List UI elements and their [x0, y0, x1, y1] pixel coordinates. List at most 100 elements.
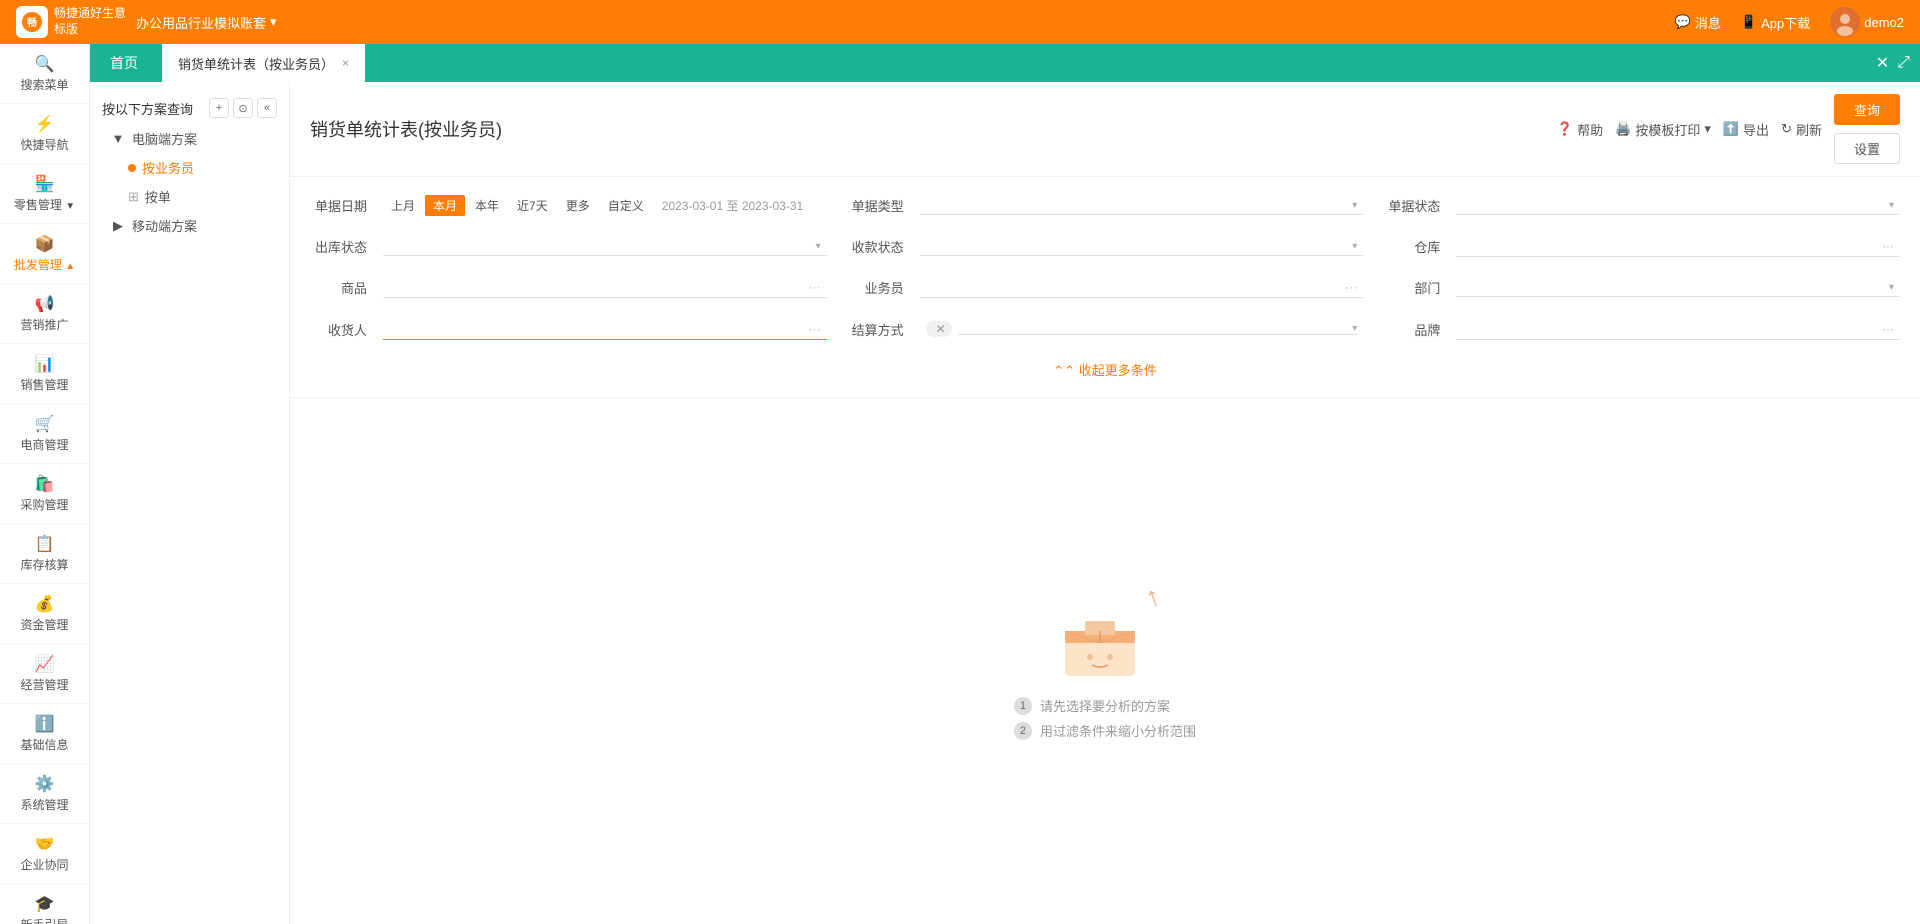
- refresh-icon: ↻: [1781, 121, 1792, 137]
- sidebar-item-inventory[interactable]: 📋 库存核算: [0, 524, 89, 584]
- app-selector[interactable]: 办公用品行业模拟账套 ▾: [136, 13, 277, 32]
- sidebar-item-system[interactable]: ⚙️ 系统管理: [0, 764, 89, 824]
- sidebar-item-corp-collab[interactable]: 🤝 企业协同: [0, 824, 89, 884]
- chevron-right-icon: ▶: [110, 218, 126, 234]
- date-tab-this-month[interactable]: 本月: [425, 195, 465, 216]
- sidebar-item-wholesale[interactable]: 📦 批发管理 ▲: [0, 224, 89, 284]
- collapse-label: 收起更多条件: [1079, 363, 1157, 378]
- collection-status-label: 收款状态: [847, 237, 912, 256]
- tab-close-btn[interactable]: ×: [342, 56, 349, 70]
- tab-report[interactable]: 销货单统计表（按业务员） ×: [162, 44, 365, 82]
- filter-cell-out-status: 出库状态 ▾: [310, 230, 827, 263]
- sidebar-item-quick-nav[interactable]: ⚡ 快捷导航: [0, 104, 89, 164]
- settlement-select[interactable]: ▾: [958, 323, 1358, 335]
- print-icon: 🖨️: [1615, 121, 1631, 137]
- empty-step-1-text: 请先选择要分析的方案: [1040, 696, 1170, 715]
- corp-collab-icon: 🤝: [4, 834, 85, 854]
- header-right: 💬 消息 📱 App下载 demo2: [1675, 7, 1904, 37]
- template-print-btn[interactable]: 🖨️ 按模板打印 ▾: [1615, 120, 1711, 139]
- newcomer-icon: 🎓: [4, 894, 85, 914]
- query-settings-group: 查询 设置: [1834, 94, 1900, 164]
- app-download-btn[interactable]: 📱 App下载: [1741, 13, 1810, 32]
- panel-copy-btn[interactable]: ⊙: [233, 98, 253, 118]
- chevron-down-icon: ▾: [1352, 323, 1357, 334]
- panel-add-btn[interactable]: +: [209, 98, 229, 118]
- warehouse-input[interactable]: ···: [1456, 236, 1900, 257]
- help-btn[interactable]: ❓ 帮助: [1557, 120, 1603, 139]
- empty-step-2: 2 用过滤条件来缩小分析范围: [1014, 721, 1196, 740]
- settlement-badge-close[interactable]: ✕: [936, 322, 946, 336]
- date-tab-last-month[interactable]: 上月: [383, 195, 423, 216]
- empty-illustration: ↑: [1040, 576, 1170, 676]
- app-selector-label: 办公用品行业模拟账套: [136, 13, 266, 32]
- department-label: 部门: [1383, 278, 1448, 297]
- goods-label: 商品: [310, 278, 375, 297]
- collection-status-select[interactable]: ▾: [920, 238, 1364, 256]
- tab-bar-right: ✕ ⤢: [1876, 53, 1920, 73]
- brand-input[interactable]: ···: [1456, 319, 1900, 340]
- tab-home[interactable]: 首页: [90, 44, 158, 82]
- sidebar-item-purchase[interactable]: 🛍️ 采购管理: [0, 464, 89, 524]
- export-btn[interactable]: ⬆️ 导出: [1723, 120, 1769, 139]
- date-tab-custom[interactable]: 自定义: [600, 195, 652, 216]
- date-tab-more[interactable]: 更多: [558, 195, 598, 216]
- dots-icon: ···: [809, 322, 821, 336]
- sidebar-newcomer-label: 新手引导: [20, 918, 68, 924]
- sidebar-item-sales[interactable]: 📊 销售管理: [0, 344, 89, 404]
- panel-collapse-btn[interactable]: «: [257, 98, 277, 118]
- date-tab-7days[interactable]: 近7天: [509, 195, 556, 216]
- refresh-btn[interactable]: ↻ 刷新: [1781, 120, 1822, 139]
- consignee-input[interactable]: ···: [383, 319, 827, 340]
- chevron-down-icon: ▾: [270, 14, 277, 30]
- sidebar: 🔍 搜索菜单 ⚡ 快捷导航 🏪 零售管理 ▼ 📦 批发管理 ▲ 📢 营销推广: [0, 44, 90, 924]
- sidebar-item-ecommerce[interactable]: 🛒 电商管理: [0, 404, 89, 464]
- filter-cell-doc-type: 单据类型 ▾: [847, 189, 1364, 222]
- query-button[interactable]: 查询: [1834, 94, 1900, 125]
- panel-header-actions: + ⊙ «: [209, 98, 277, 118]
- sidebar-quick-nav-label: 快捷导航: [20, 138, 68, 152]
- tree-mobile-schemes[interactable]: ▶ 移动端方案: [90, 211, 289, 240]
- filter-row-3: 商品 ··· 业务员 ···: [310, 271, 1900, 304]
- date-tab-this-year[interactable]: 本年: [467, 195, 507, 216]
- top-header: 畅 畅捷通好生意 标版 办公用品行业模拟账套 ▾ 💬 消息 📱 App下载: [0, 0, 1920, 44]
- username-label: demo2: [1864, 15, 1904, 30]
- date-tabs-row: 上月 本月 本年 近7天 更多 自定义 2023-03-01 至 2023-03…: [383, 195, 827, 216]
- settings-button[interactable]: 设置: [1834, 133, 1900, 164]
- panel-header-label: 按以下方案查询: [102, 99, 193, 118]
- user-menu[interactable]: demo2: [1830, 7, 1904, 37]
- filter-cell-consignee: 收货人 ···: [310, 312, 827, 346]
- out-status-label: 出库状态: [310, 237, 375, 256]
- doc-status-select[interactable]: ▾: [1456, 197, 1900, 215]
- doc-type-select[interactable]: ▾: [920, 197, 1364, 215]
- filter-cell-warehouse: 仓库 ···: [1383, 230, 1900, 263]
- chevron-down-icon: ▾: [1352, 241, 1357, 252]
- collapse-btn[interactable]: ⌃⌃ 收起更多条件: [310, 354, 1900, 385]
- consignee-label: 收货人: [310, 320, 375, 339]
- sidebar-item-newcomer[interactable]: 🎓 新手引导: [0, 884, 89, 924]
- tree-item-by-salesperson[interactable]: 按业务员: [120, 153, 289, 182]
- sidebar-item-search[interactable]: 🔍 搜索菜单: [0, 44, 89, 104]
- department-select[interactable]: ▾: [1456, 279, 1900, 297]
- sidebar-item-operations[interactable]: 📈 经营管理: [0, 644, 89, 704]
- salesperson-input[interactable]: ···: [920, 277, 1364, 298]
- logo-text: 畅捷通好生意 标版: [54, 6, 126, 37]
- tree-item-by-order[interactable]: ⊞ 按单: [120, 182, 289, 211]
- message-btn[interactable]: 💬 消息: [1675, 13, 1721, 32]
- step-2-badge: 2: [1014, 722, 1032, 740]
- sidebar-item-retail[interactable]: 🏪 零售管理 ▼: [0, 164, 89, 224]
- out-status-select[interactable]: ▾: [383, 238, 827, 256]
- sidebar-corp-collab-label: 企业协同: [20, 858, 68, 872]
- sidebar-item-basic-info[interactable]: ℹ️ 基础信息: [0, 704, 89, 764]
- filter-cell-brand: 品牌 ···: [1383, 312, 1900, 346]
- tab-expand-btn[interactable]: ⤢: [1897, 54, 1910, 72]
- sidebar-item-marketing[interactable]: 📢 营销推广: [0, 284, 89, 344]
- sidebar-item-finance[interactable]: 💰 资金管理: [0, 584, 89, 644]
- filter-cell-goods: 商品 ···: [310, 271, 827, 304]
- filter-row-1: 单据日期 上月 本月 本年 近7天 更多 自定义: [310, 189, 1900, 222]
- tree-desktop-schemes[interactable]: ▼ 电脑端方案: [90, 124, 289, 153]
- goods-input[interactable]: ···: [383, 277, 827, 298]
- logo-area: 畅 畅捷通好生意 标版: [16, 6, 126, 38]
- filter-row-4: 收货人 ··· 结算方式: [310, 312, 1900, 346]
- tab-close-window-btn[interactable]: ✕: [1876, 53, 1889, 73]
- step-1-badge: 1: [1014, 697, 1032, 715]
